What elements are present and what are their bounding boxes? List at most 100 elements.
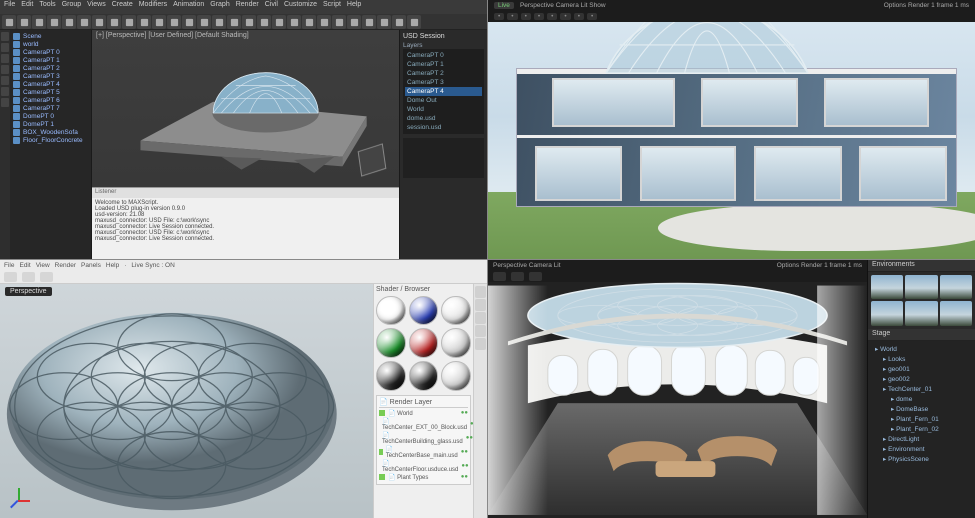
material-swatch[interactable] [441, 296, 471, 326]
outliner-item[interactable]: CameraPT 7 [13, 105, 88, 112]
tool-button[interactable] [1, 32, 9, 41]
outliner-item[interactable]: Floor_FloorConcrete [13, 137, 88, 144]
toolbar-button[interactable] [347, 15, 361, 29]
toolbar-button[interactable] [77, 15, 91, 29]
menu-item[interactable]: Group [62, 1, 81, 13]
toolbar-button[interactable] [407, 15, 421, 29]
env-thumb[interactable] [905, 301, 937, 326]
menu-item[interactable]: Graph [210, 1, 229, 13]
toolbar-button[interactable] [122, 15, 136, 29]
command-panel[interactable]: USD Session Layers CameraPT 0CameraPT 1C… [399, 30, 487, 259]
menu-item[interactable]: File [4, 262, 14, 269]
toolbar-button[interactable] [62, 15, 76, 29]
toolbar-button[interactable]: • [521, 13, 531, 20]
menu-item[interactable]: Panels [81, 262, 101, 269]
toolbar-button[interactable] [302, 15, 316, 29]
tree-node[interactable]: ▸ Looks [871, 354, 972, 364]
outliner-item[interactable]: CameraPT 0 [13, 49, 88, 56]
toolbar-button[interactable] [332, 15, 346, 29]
scene-outliner[interactable]: SceneworldCameraPT 0CameraPT 1CameraPT 2… [10, 30, 92, 259]
toolbar-button[interactable] [137, 15, 151, 29]
toolbar-button[interactable] [392, 15, 406, 29]
outliner-item[interactable]: CameraPT 3 [13, 73, 88, 80]
outliner-item[interactable]: CameraPT 1 [13, 57, 88, 64]
layer-row[interactable]: 📄 TechCenterFloor.usduce.usd●● [379, 460, 468, 473]
outliner-item[interactable]: DomePT 0 [13, 113, 88, 120]
render-layer-panel[interactable]: 📄 Render Layer 📄 World●●📄 TechCenter_EXT… [376, 395, 471, 485]
menu-item[interactable]: Create [112, 1, 133, 13]
tree-node[interactable]: ▸ PhysicsScene [871, 454, 972, 464]
toolbar-button[interactable] [272, 15, 286, 29]
tool-button[interactable] [1, 76, 9, 85]
layer-item[interactable]: CameraPT 0 [405, 51, 482, 60]
material-swatch[interactable] [409, 328, 439, 358]
toolbar-button[interactable] [22, 272, 35, 282]
toolbar-button[interactable] [182, 15, 196, 29]
outliner-item[interactable]: BOX_WoodenSofa [13, 129, 88, 136]
menu-item[interactable]: Script [323, 1, 341, 13]
tree-node[interactable]: ▸ geo001 [871, 364, 972, 374]
layer-item[interactable]: session.usd [405, 123, 482, 132]
toolbar-button[interactable] [317, 15, 331, 29]
outliner-item[interactable]: DomePT 1 [13, 121, 88, 128]
tool-button[interactable] [475, 286, 486, 298]
material-swatch[interactable] [441, 361, 471, 391]
menu-item[interactable]: Modifiers [139, 1, 167, 13]
toolbar-button[interactable] [4, 272, 17, 282]
toolbar-button[interactable] [493, 272, 506, 281]
material-swatch[interactable] [409, 361, 439, 391]
layer-item[interactable]: CameraPT 3 [405, 78, 482, 87]
toolbar-button[interactable] [377, 15, 391, 29]
toolbar-button[interactable] [47, 15, 61, 29]
outliner-item[interactable]: CameraPT 2 [13, 65, 88, 72]
toolbar-button[interactable]: • [560, 13, 570, 20]
env-thumb[interactable] [871, 301, 903, 326]
layer-row[interactable]: 📄 World●● [379, 410, 468, 417]
outliner-item[interactable]: CameraPT 5 [13, 89, 88, 96]
outliner-item[interactable]: CameraPT 4 [13, 81, 88, 88]
tool-button[interactable] [1, 98, 9, 107]
material-swatch[interactable] [441, 328, 471, 358]
tool-button[interactable] [1, 65, 9, 74]
layer-item[interactable]: World [405, 105, 482, 114]
toolbar-button[interactable] [152, 15, 166, 29]
menu-item[interactable]: Live Sync : ON [131, 262, 174, 269]
tool-button[interactable] [475, 338, 486, 350]
toolbar-button[interactable] [242, 15, 256, 29]
environment-thumbnails[interactable] [868, 272, 975, 330]
tree-node[interactable]: ▸ Environment [871, 444, 972, 454]
toolbar-button[interactable] [227, 15, 241, 29]
toolbar-button[interactable] [212, 15, 226, 29]
viewport-interior[interactable] [488, 282, 867, 518]
outliner-item[interactable]: CameraPT 6 [13, 97, 88, 104]
viewport-perspective[interactable]: Perspective [0, 284, 373, 518]
menu-item[interactable]: View [36, 262, 50, 269]
material-swatch[interactable] [376, 328, 406, 358]
tool-button[interactable] [475, 312, 486, 324]
viewport-exterior[interactable] [488, 22, 975, 259]
toolbar-button[interactable] [107, 15, 121, 29]
menu-item[interactable]: Edit [21, 1, 33, 13]
tool-button[interactable] [475, 325, 486, 337]
toolbar-button[interactable]: • [494, 13, 504, 20]
menu-item[interactable]: Customize [284, 1, 317, 13]
menu-item[interactable]: Render [236, 1, 259, 13]
toolbar-button[interactable] [511, 272, 524, 281]
menu-item[interactable]: Civil [265, 1, 278, 13]
material-swatch[interactable] [376, 296, 406, 326]
tool-button[interactable] [1, 43, 9, 52]
layer-item[interactable]: CameraPT 4 [405, 87, 482, 96]
toolbar-button[interactable]: • [507, 13, 517, 20]
menu-item[interactable]: · [124, 262, 126, 269]
tool-button[interactable] [1, 54, 9, 63]
env-thumb[interactable] [871, 275, 903, 300]
tree-node[interactable]: ▸ Plant_Fern_01 [871, 414, 972, 424]
toolbar-button[interactable]: • [534, 13, 544, 20]
layer-item[interactable]: CameraPT 1 [405, 60, 482, 69]
toolbar-button[interactable] [362, 15, 376, 29]
session-layer-list[interactable]: CameraPT 0CameraPT 1CameraPT 2CameraPT 3… [403, 49, 484, 134]
layer-row[interactable]: 📄 TechCenter_EXT_00_Block.usd●● [379, 418, 468, 431]
viewport-label[interactable]: [+] [Perspective] [User Defined] [Defaul… [96, 32, 249, 39]
menu-item[interactable]: Edit [19, 262, 30, 269]
tree-node[interactable]: ▸ TechCenter_01 [871, 384, 972, 394]
